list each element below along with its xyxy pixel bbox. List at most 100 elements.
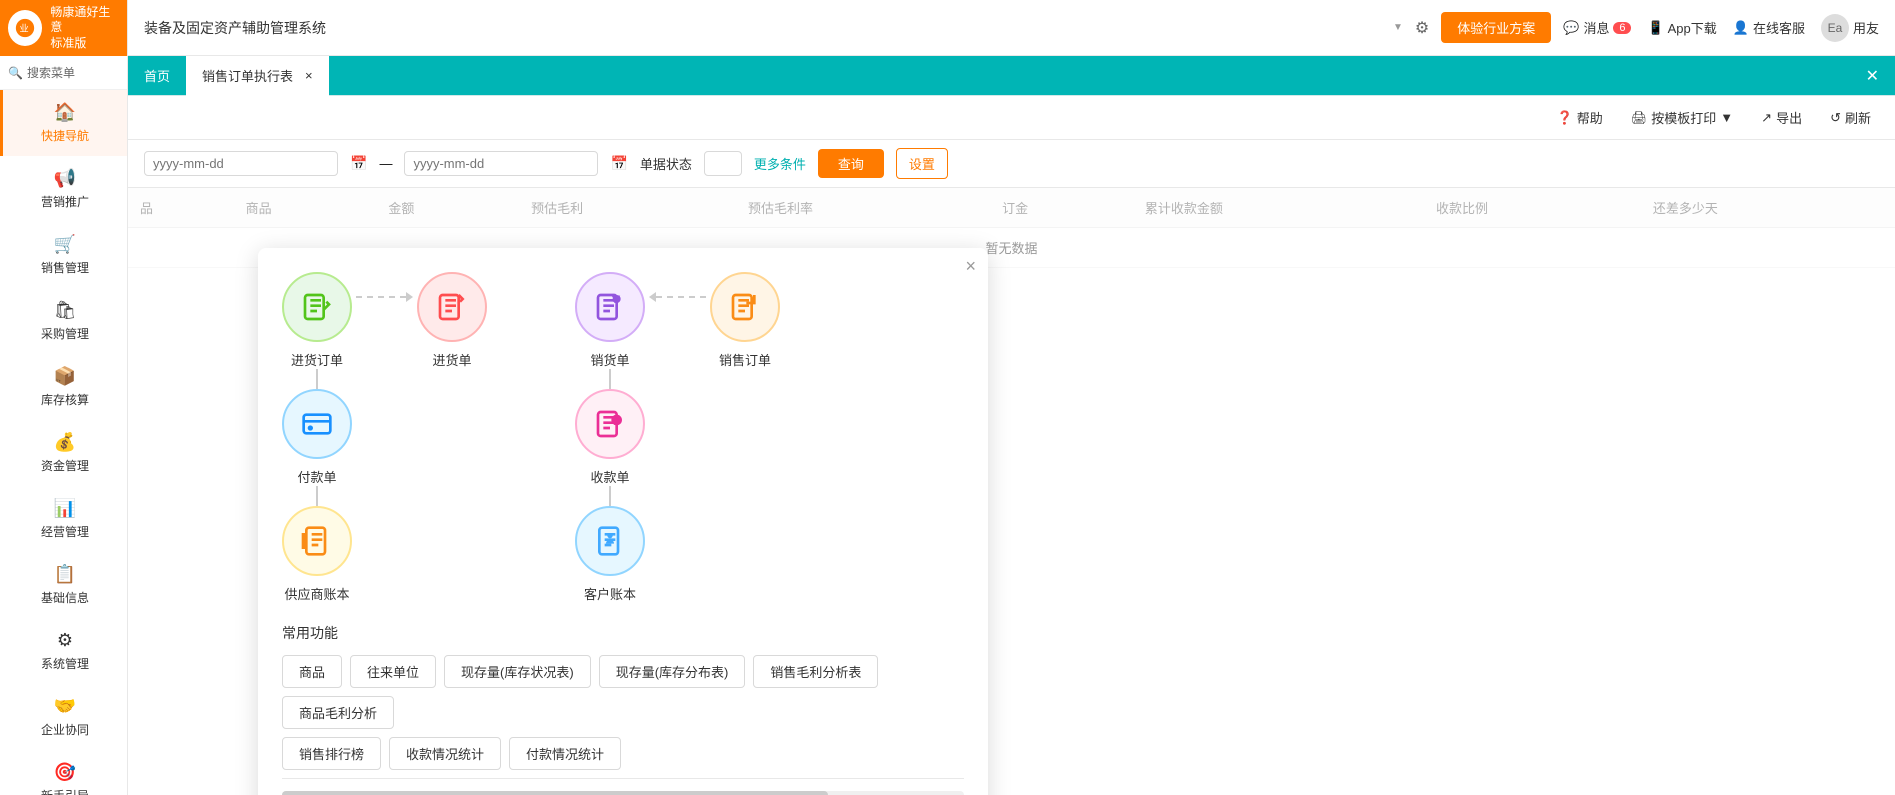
func-btn-product[interactable]: 商品 <box>282 655 342 688</box>
svg-text:业: 业 <box>20 24 29 34</box>
sidebar-item-finance[interactable]: 💰 资金管理 <box>0 420 127 486</box>
logo-icon: 业 <box>8 10 42 46</box>
tab-home[interactable]: 首页 <box>128 56 186 96</box>
tab-bar-close-icon[interactable]: ✕ <box>1850 66 1895 86</box>
popup-close-button[interactable]: × <box>965 256 976 277</box>
supplier-ledger-circle <box>282 506 352 576</box>
tab-bar: 首页 销售订单执行表 × ✕ <box>128 56 1895 96</box>
arrow-head-right-1 <box>406 292 413 302</box>
sidebar-item-quick-nav[interactable]: 🏠 快捷导航 <box>0 90 127 156</box>
date-from-icon[interactable]: 📅 <box>350 155 367 172</box>
download-icon: 📱 <box>1647 20 1663 36</box>
sidebar-item-sales[interactable]: 🛒 销售管理 <box>0 222 127 288</box>
system-title: 装备及固定资产辅助管理系统 <box>144 18 1381 38</box>
popup-scrollbar[interactable] <box>282 778 964 795</box>
inventory-icon: 📦 <box>54 366 76 387</box>
svg-text:¥: ¥ <box>614 297 618 304</box>
main-area: 装备及固定资产辅助管理系统 ▼ ⚙ 体验行业方案 💬 消息 6 📱 App下载 … <box>128 0 1895 795</box>
payment-circle <box>282 389 352 459</box>
status-label: 单据状态 <box>640 154 692 173</box>
func-btn-partner[interactable]: 往来单位 <box>350 655 436 688</box>
newbie-icon: 🎯 <box>54 762 76 783</box>
func-btn-payment-stats[interactable]: 付款情况统计 <box>509 737 621 770</box>
flow-node-customer-ledger[interactable]: 客户账本 <box>575 506 645 603</box>
date-separator: — <box>379 156 392 171</box>
sales-bill-circle: ¥ <box>575 272 645 342</box>
message-button[interactable]: 💬 消息 6 <box>1563 18 1631 37</box>
marketing-icon: 📢 <box>54 168 76 189</box>
flow-node-purchase-bill[interactable]: 进货单 <box>417 272 487 369</box>
export-icon: ↗ <box>1761 110 1772 126</box>
arrow-v-2 <box>316 486 318 506</box>
status-select[interactable] <box>704 151 742 176</box>
toolbar: ❓ 帮助 🖨 按模板打印 ▼ ↗ 导出 ↺ 刷新 <box>128 96 1895 140</box>
date-to-icon[interactable]: 📅 <box>610 155 627 172</box>
search-icon: 🔍 <box>8 66 23 80</box>
search-menu-button[interactable]: 🔍 搜索菜单 <box>0 56 127 90</box>
help-icon: ❓ <box>1557 110 1573 126</box>
arrow-h-dashed-2 <box>656 296 706 298</box>
flow-node-sales-bill[interactable]: ¥ 销货单 <box>575 272 645 369</box>
func-btn-product-profit[interactable]: 商品毛利分析 <box>282 696 394 729</box>
message-icon: 💬 <box>1563 20 1579 36</box>
sidebar-item-enterprise[interactable]: 🤝 企业协同 <box>0 684 127 750</box>
help-button[interactable]: ❓ 帮助 <box>1549 104 1611 131</box>
customer-ledger-circle <box>575 506 645 576</box>
settings-icon[interactable]: ⚙ <box>1415 18 1429 38</box>
app-download-button[interactable]: 📱 App下载 <box>1647 18 1716 37</box>
sidebar-nav: 🏠 快捷导航 📢 营销推广 🛒 销售管理 🛍 采购管理 📦 库存核算 💰 <box>0 90 127 795</box>
flow-node-supplier-ledger[interactable]: 供应商账本 <box>282 506 352 603</box>
purchase-icon: 🛍 <box>54 300 77 321</box>
search-button[interactable]: 查询 <box>818 149 884 178</box>
sidebar-item-basic-info[interactable]: 📋 基础信息 <box>0 552 127 618</box>
print-dropdown-icon: ▼ <box>1720 110 1733 125</box>
basic-info-icon: 📋 <box>54 564 76 585</box>
operations-icon: 📊 <box>54 498 76 519</box>
print-icon: 🖨 <box>1631 110 1648 126</box>
sidebar-item-operations[interactable]: 📊 经营管理 <box>0 486 127 552</box>
message-badge: 6 <box>1613 22 1631 34</box>
print-template-button[interactable]: 🖨 按模板打印 ▼ <box>1623 104 1741 131</box>
set-button[interactable]: 设置 <box>896 148 948 179</box>
func-buttons-row1: 商品 往来单位 现存量(库存状况表) 现存量(库存分布表) 销售毛利分析表 商品… <box>282 655 964 729</box>
sidebar-item-system[interactable]: ⚙ 系统管理 <box>0 618 127 684</box>
sidebar-logo: 业 畅康通好生意 标准版 <box>0 0 127 56</box>
sidebar-item-inventory[interactable]: 📦 库存核算 <box>0 354 127 420</box>
sidebar-item-purchase[interactable]: 🛍 采购管理 <box>0 288 127 354</box>
service-icon: 👤 <box>1733 20 1749 36</box>
purchase-bill-circle <box>417 272 487 342</box>
export-button[interactable]: ↗ 导出 <box>1753 104 1810 131</box>
sales-order-circle <box>710 272 780 342</box>
func-btn-stock-status[interactable]: 现存量(库存状况表) <box>444 655 591 688</box>
tab-close-button[interactable]: × <box>305 68 313 83</box>
arrow-h-dashed-1 <box>356 296 406 298</box>
refresh-icon: ↺ <box>1830 110 1841 126</box>
more-conditions[interactable]: 更多条件 <box>754 154 806 173</box>
func-btn-sales-rank[interactable]: 销售排行榜 <box>282 737 381 770</box>
user-menu[interactable]: Ea 用友 <box>1821 14 1879 42</box>
finance-icon: 💰 <box>54 432 76 453</box>
func-btn-sales-profit[interactable]: 销售毛利分析表 <box>753 655 878 688</box>
sidebar-item-marketing[interactable]: 📢 营销推广 <box>0 156 127 222</box>
flow-node-payment[interactable]: 付款单 <box>282 389 352 486</box>
online-service-button[interactable]: 👤 在线客服 <box>1733 18 1805 37</box>
date-from-input[interactable] <box>144 151 338 176</box>
func-btn-receipt-stats[interactable]: 收款情况统计 <box>389 737 501 770</box>
arrow-v-4 <box>609 486 611 506</box>
receipt-circle: ¥ <box>575 389 645 459</box>
common-functions-title: 常用功能 <box>282 623 964 643</box>
tab-sales-order[interactable]: 销售订单执行表 × <box>186 56 329 96</box>
scroll-thumb <box>282 791 828 795</box>
enterprise-icon: 🤝 <box>54 696 76 717</box>
system-title-dropdown[interactable]: ▼ <box>1393 22 1403 33</box>
sidebar-item-newbie[interactable]: 🎯 新手引导 <box>0 750 127 795</box>
try-button[interactable]: 体验行业方案 <box>1441 12 1551 43</box>
func-btn-stock-dist[interactable]: 现存量(库存分布表) <box>599 655 746 688</box>
date-to-input[interactable] <box>404 151 598 176</box>
table-area: 品 商品 金额 预估毛利 预估毛利率 订金 累计收款金额 收款比例 还差多少天 <box>128 188 1895 795</box>
flow-node-receipt[interactable]: ¥ 收款单 <box>575 389 645 486</box>
filter-bar: 📅 — 📅 单据状态 更多条件 查询 设置 <box>128 140 1895 188</box>
flow-node-sales-order[interactable]: 销售订单 <box>710 272 780 369</box>
flow-node-purchase-order[interactable]: 进货订单 <box>282 272 352 369</box>
refresh-button[interactable]: ↺ 刷新 <box>1822 104 1879 131</box>
